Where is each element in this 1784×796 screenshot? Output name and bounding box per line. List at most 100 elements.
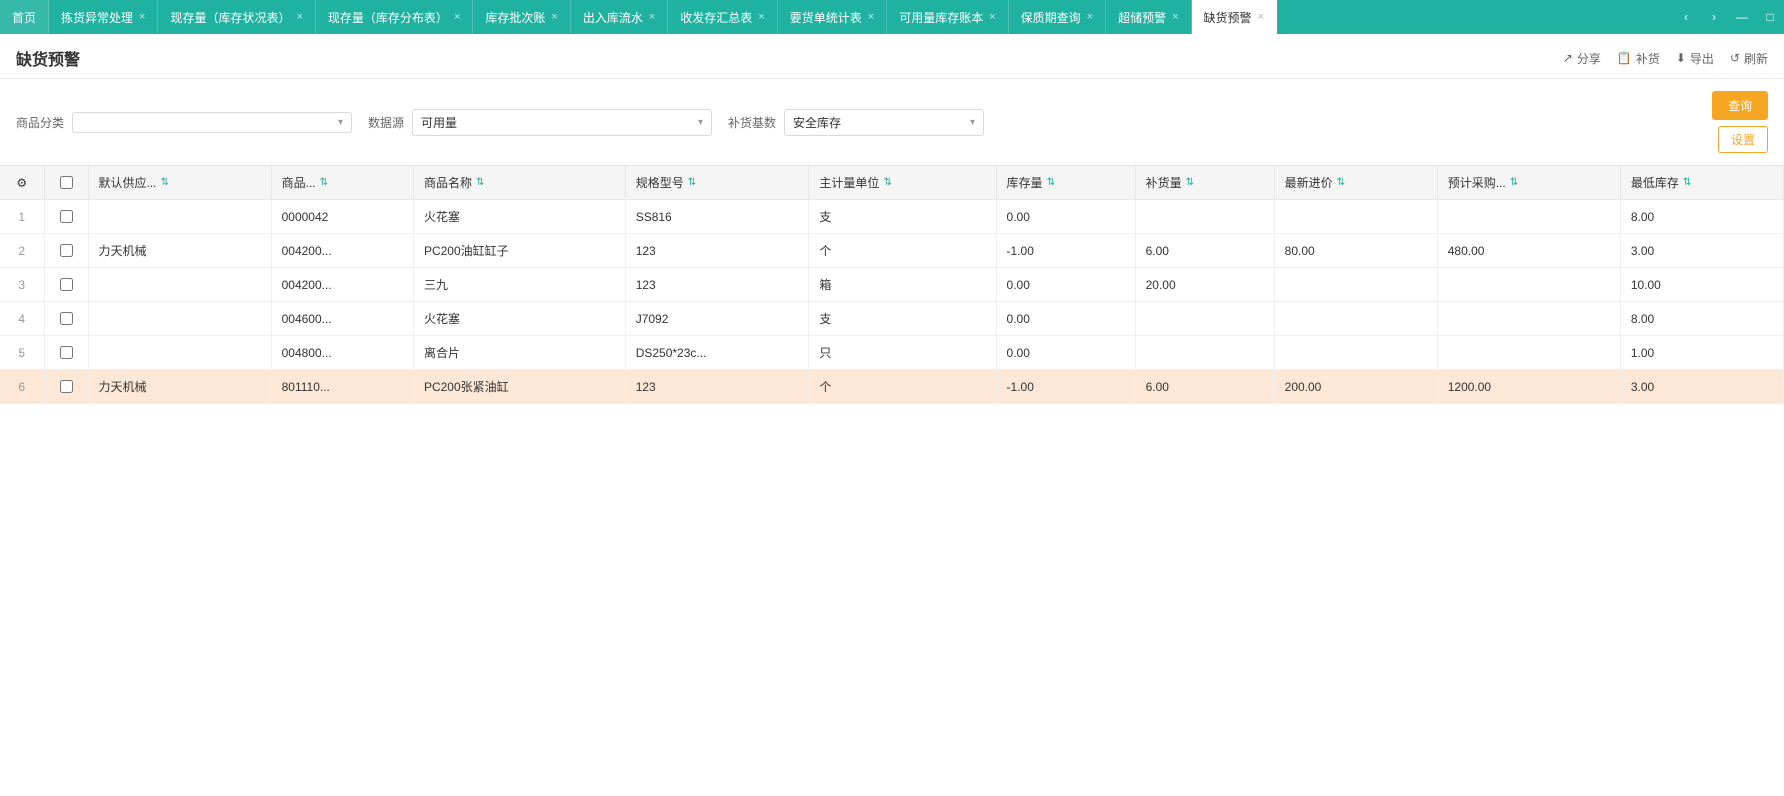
row-checkbox-input[interactable]: [60, 380, 73, 393]
tab-inventory-status[interactable]: 现存量（库存状况表） ×: [158, 0, 315, 34]
row-num: 4: [0, 302, 44, 336]
row-spec: SS816: [625, 200, 809, 234]
tab-expiry-label: 保质期查询: [1021, 9, 1081, 26]
col-unit-header[interactable]: 主计量单位 ⇅: [809, 166, 996, 200]
row-checkbox[interactable]: [44, 336, 88, 370]
tab-recv-summary-close[interactable]: ×: [758, 11, 764, 23]
unit-sort-icon: ⇅: [883, 177, 891, 188]
col-replenish-header[interactable]: 补货量 ⇅: [1135, 166, 1274, 200]
tab-batch-account[interactable]: 库存批次账 ×: [473, 0, 570, 34]
col-settings-header[interactable]: ⚙: [0, 166, 44, 200]
tab-home[interactable]: 首页: [0, 0, 49, 34]
row-product-code: 004600...: [271, 302, 413, 336]
gear-icon[interactable]: ⚙: [16, 176, 27, 190]
tab-inout-flow-close[interactable]: ×: [649, 11, 655, 23]
row-checkbox-input[interactable]: [60, 244, 73, 257]
col-checkbox-header[interactable]: [44, 166, 88, 200]
tab-order-stat[interactable]: 要货单统计表 ×: [778, 0, 887, 34]
datasource-select[interactable]: 可用量 ▾: [412, 109, 712, 136]
tab-avail-ledger[interactable]: 可用量库存账本 ×: [887, 0, 1008, 34]
tab-shortage-label: 缺货预警: [1204, 9, 1252, 26]
row-supplier: [88, 200, 271, 234]
row-min-stock: 10.00: [1620, 268, 1783, 302]
row-product-name: 三九: [413, 268, 625, 302]
table-container: ⚙ 默认供应... ⇅: [0, 166, 1784, 404]
tab-abnormal-label: 拣货异常处理: [61, 9, 133, 26]
col-min-stock-header[interactable]: 最低库存 ⇅: [1620, 166, 1783, 200]
tab-abnormal[interactable]: 拣货异常处理 ×: [49, 0, 158, 34]
tab-inventory-status-close[interactable]: ×: [296, 11, 302, 23]
tab-next-button[interactable]: ›: [1700, 0, 1728, 34]
row-replenish: 6.00: [1135, 370, 1274, 404]
share-icon: ↗: [1563, 51, 1573, 65]
select-all-checkbox[interactable]: [60, 176, 73, 189]
datasource-value: 可用量: [421, 114, 457, 131]
row-checkbox-input[interactable]: [60, 312, 73, 325]
tab-batch-account-close[interactable]: ×: [551, 11, 557, 23]
row-est-purchase: [1437, 336, 1620, 370]
row-checkbox-input[interactable]: [60, 278, 73, 291]
share-button[interactable]: ↗ 分享: [1563, 50, 1601, 67]
row-latest-price: [1274, 302, 1437, 336]
col-product-name-label: 商品名称: [424, 174, 472, 191]
row-product-name: 离合片: [413, 336, 625, 370]
col-est-purchase-header[interactable]: 预计采购... ⇅: [1437, 166, 1620, 200]
col-spec-header[interactable]: 规格型号 ⇅: [625, 166, 809, 200]
tab-overstock[interactable]: 超储预警 ×: [1106, 0, 1191, 34]
tab-expiry[interactable]: 保质期查询 ×: [1009, 0, 1106, 34]
tab-overstock-label: 超储预警: [1118, 9, 1166, 26]
col-latest-price-header[interactable]: 最新进价 ⇅: [1274, 166, 1437, 200]
replenish-base-select[interactable]: 安全库存 ▾: [784, 109, 984, 136]
tab-inventory-dist-close[interactable]: ×: [454, 11, 460, 23]
settings-button[interactable]: 设置: [1718, 126, 1768, 153]
query-button[interactable]: 查询: [1712, 91, 1768, 120]
tab-inventory-status-label: 现存量（库存状况表）: [170, 9, 290, 26]
row-checkbox-input[interactable]: [60, 210, 73, 223]
refresh-button[interactable]: ↺ 刷新: [1730, 50, 1768, 67]
row-spec: 123: [625, 234, 809, 268]
category-select[interactable]: ▾: [72, 112, 352, 133]
tab-avail-ledger-close[interactable]: ×: [989, 11, 995, 23]
tab-prev-button[interactable]: ‹: [1672, 0, 1700, 34]
row-stock: -1.00: [996, 234, 1135, 268]
tab-home-label: 首页: [12, 9, 36, 26]
replenish-icon: 📋: [1617, 51, 1632, 65]
col-supplier-header[interactable]: 默认供应... ⇅: [88, 166, 271, 200]
tab-overstock-close[interactable]: ×: [1172, 11, 1178, 23]
product-name-sort-icon: ⇅: [476, 177, 484, 188]
row-replenish: 6.00: [1135, 234, 1274, 268]
table-row: 6力天机械801110...PC200张紧油缸123个-1.006.00200.…: [0, 370, 1784, 404]
row-checkbox-input[interactable]: [60, 346, 73, 359]
row-checkbox[interactable]: [44, 200, 88, 234]
row-checkbox[interactable]: [44, 370, 88, 404]
col-product-code-label: 商品...: [282, 174, 316, 191]
tab-inventory-dist[interactable]: 现存量（库存分布表） ×: [316, 0, 473, 34]
tab-expiry-close[interactable]: ×: [1087, 11, 1093, 23]
tab-recv-summary[interactable]: 收发存汇总表 ×: [668, 0, 777, 34]
page-title: 缺货预警: [16, 46, 80, 70]
minimize-button[interactable]: —: [1728, 0, 1756, 34]
tab-abnormal-close[interactable]: ×: [139, 11, 145, 23]
row-checkbox[interactable]: [44, 234, 88, 268]
row-supplier: [88, 302, 271, 336]
tab-order-stat-close[interactable]: ×: [868, 11, 874, 23]
tab-inout-flow[interactable]: 出入库流水 ×: [571, 0, 668, 34]
export-icon: ⬇: [1676, 51, 1686, 65]
data-table: ⚙ 默认供应... ⇅: [0, 166, 1784, 404]
col-product-code-header[interactable]: 商品... ⇅: [271, 166, 413, 200]
replenish-base-label: 补货基数: [728, 114, 776, 131]
tab-shortage[interactable]: 缺货预警 ×: [1192, 0, 1277, 34]
maximize-button[interactable]: □: [1756, 0, 1784, 34]
est-purchase-sort-icon: ⇅: [1510, 177, 1518, 188]
col-product-name-header[interactable]: 商品名称 ⇅: [413, 166, 625, 200]
row-checkbox[interactable]: [44, 268, 88, 302]
export-button[interactable]: ⬇ 导出: [1676, 50, 1714, 67]
tab-avail-ledger-label: 可用量库存账本: [899, 9, 983, 26]
tab-shortage-close[interactable]: ×: [1258, 11, 1264, 23]
row-checkbox[interactable]: [44, 302, 88, 336]
row-product-code: 004200...: [271, 268, 413, 302]
replenish-button[interactable]: 📋 补货: [1617, 50, 1660, 67]
replenish-label: 补货: [1636, 50, 1660, 67]
datasource-label: 数据源: [368, 114, 404, 131]
col-stock-header[interactable]: 库存量 ⇅: [996, 166, 1135, 200]
